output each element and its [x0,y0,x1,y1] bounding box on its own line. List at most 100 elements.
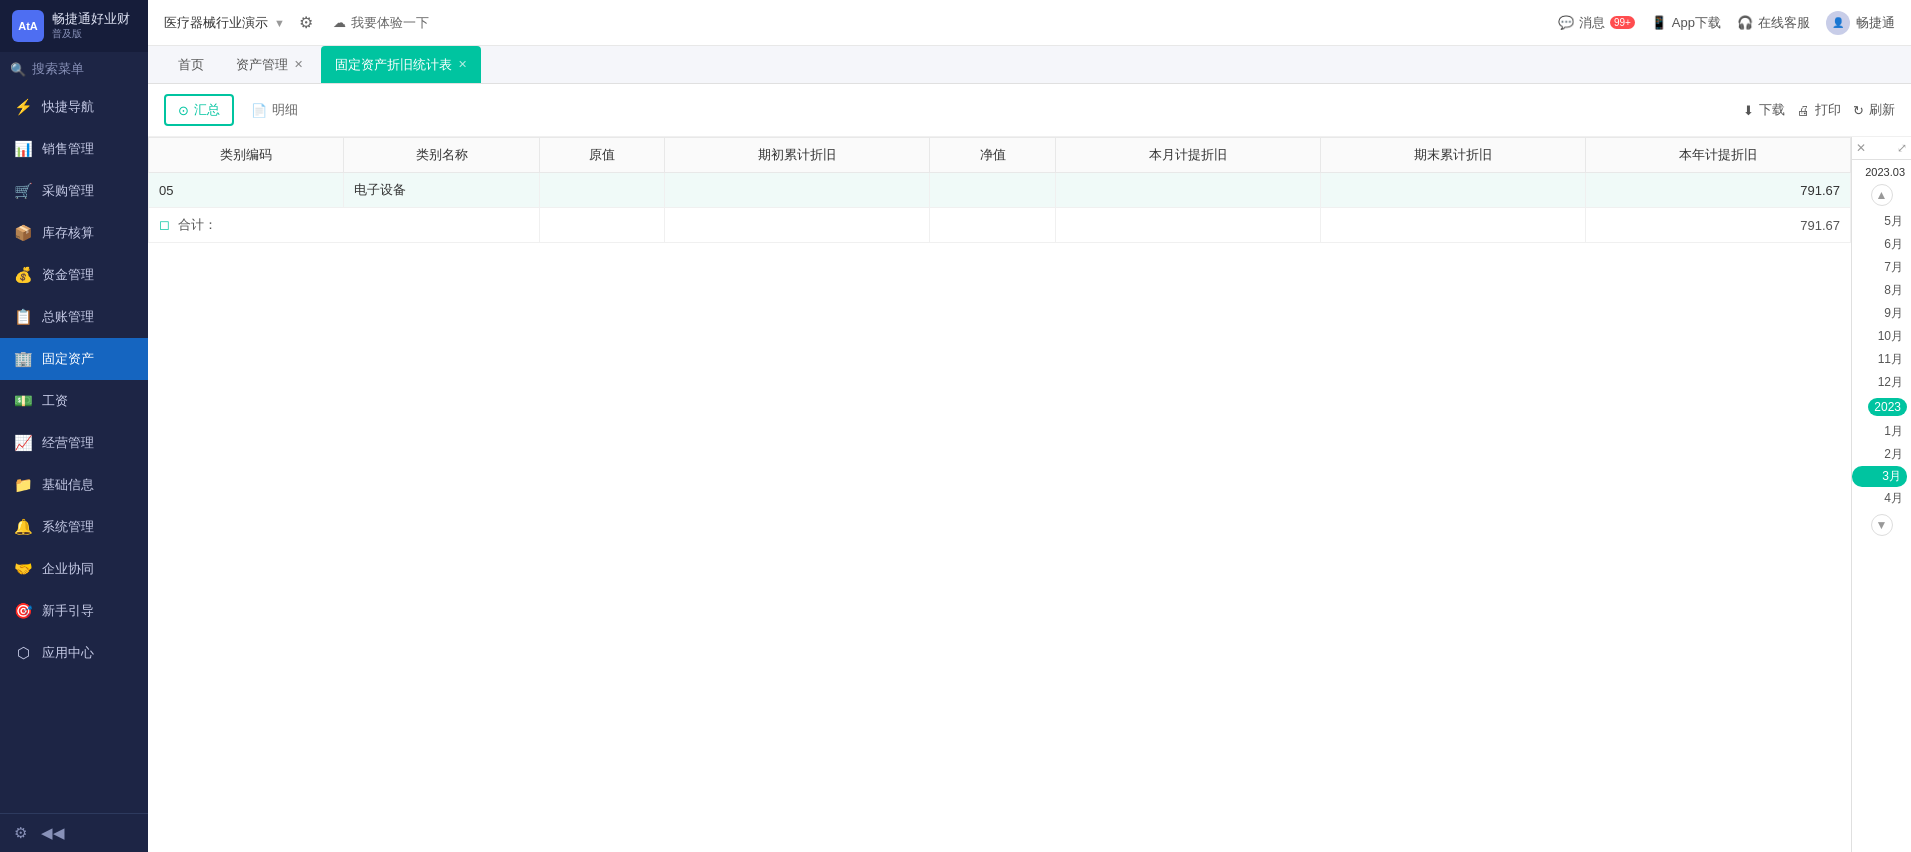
month-8[interactable]: 8月 [1852,279,1907,302]
chevron-down-icon: ▼ [274,17,285,29]
sidebar-item-operations[interactable]: 📈 经营管理 [0,422,148,464]
sidebar-item-label: 采购管理 [42,182,94,200]
app-download-icon: 📱 [1651,15,1667,30]
ledger-icon: 📋 [14,308,32,326]
total-original-value [539,208,665,243]
sidebar-item-guide[interactable]: 🎯 新手引导 [0,590,148,632]
cell-code: 05 [149,173,344,208]
basic-info-icon: 📁 [14,476,32,494]
app-download-button[interactable]: 📱 App下载 [1651,14,1721,32]
col-header-code: 类别编码 [149,138,344,173]
month-2023-3[interactable]: 3月 [1852,466,1907,487]
inventory-icon: 📦 [14,224,32,242]
sidebar-item-inventory[interactable]: 📦 库存核算 [0,212,148,254]
detail-icon: 📄 [251,103,267,118]
scroll-down-button[interactable]: ▼ [1871,514,1893,536]
sidebar-item-fixed-assets[interactable]: 🏢 固定资产 [0,338,148,380]
sidebar-item-label: 资金管理 [42,266,94,284]
view-tab-detail[interactable]: 📄 明细 [238,95,311,125]
month-11[interactable]: 11月 [1852,348,1907,371]
search-menu[interactable]: 🔍 搜索菜单 [0,52,148,86]
month-10[interactable]: 10月 [1852,325,1907,348]
main-area: 医疗器械行业演示 ▼ ⚙ ☁ 我要体验一下 💬 消息 99+ 📱 App下载 🎧… [148,0,1911,852]
sidebar-item-label: 快捷导航 [42,98,94,116]
sidebar-item-label: 应用中心 [42,644,94,662]
total-initial-depreciation [665,208,930,243]
view-tab-summary[interactable]: ⊙ 汇总 [164,94,234,126]
month-7[interactable]: 7月 [1852,256,1907,279]
months-before-2023: 5月 6月 7月 8月 9月 10月 11月 12月 [1852,210,1911,394]
messages-button[interactable]: 💬 消息 99+ [1558,14,1635,32]
online-service-button[interactable]: 🎧 在线客服 [1737,14,1810,32]
sidebar-item-label: 经营管理 [42,434,94,452]
refresh-button[interactable]: ↻ 刷新 [1853,101,1895,119]
col-header-initial-depreciation: 期初累计折旧 [665,138,930,173]
sidebar-item-sales[interactable]: 📊 销售管理 [0,128,148,170]
total-annual-depreciation: 791.67 [1585,208,1850,243]
month-12[interactable]: 12月 [1852,371,1907,394]
month-2023-4[interactable]: 4月 [1852,487,1907,510]
experience-button[interactable]: ☁ 我要体验一下 [333,14,429,32]
col-header-original-value: 原值 [539,138,665,173]
month-6[interactable]: 6月 [1852,233,1907,256]
cell-annual-depreciation: 791.67 [1585,173,1850,208]
company-selector[interactable]: 医疗器械行业演示 ▼ [164,14,285,32]
tab-fixed-asset-depreciation[interactable]: 固定资产折旧统计表 ✕ [321,46,481,83]
sidebar-item-enterprise[interactable]: 🤝 企业协同 [0,548,148,590]
tab-asset-management[interactable]: 资产管理 ✕ [222,46,317,83]
payroll-icon: 💵 [14,392,32,410]
settings-bottom-icon[interactable]: ⚙ [14,824,27,842]
sidebar-item-label: 企业协同 [42,560,94,578]
enterprise-icon: 🤝 [14,560,32,578]
depreciation-table: 类别编码 类别名称 原值 期初累计折旧 净值 本月计提折旧 期末累计折旧 本年计… [148,137,1851,243]
sidebar-item-label: 库存核算 [42,224,94,242]
sidebar-item-payroll[interactable]: 💵 工资 [0,380,148,422]
user-name: 畅捷通 [1856,14,1895,32]
sidebar-item-basic-info[interactable]: 📁 基础信息 [0,464,148,506]
tab-asset-management-close[interactable]: ✕ [294,58,303,71]
funds-icon: 💰 [14,266,32,284]
logo-sub: 普及版 [52,27,130,41]
close-panel-icon[interactable]: ✕ [1856,141,1866,155]
sidebar-item-ledger[interactable]: 📋 总账管理 [0,296,148,338]
scroll-up-button[interactable]: ▲ [1871,184,1893,206]
expand-panel-icon[interactable]: ⤢ [1897,141,1907,155]
month-2023-2[interactable]: 2月 [1852,443,1907,466]
month-5[interactable]: 5月 [1852,210,1907,233]
tabs-bar: 首页 资产管理 ✕ 固定资产折旧统计表 ✕ [148,46,1911,84]
messages-badge: 99+ [1610,16,1635,29]
sidebar-item-quick-nav[interactable]: ⚡ 快捷导航 [0,86,148,128]
months-2023: 1月 2月 3月 4月 [1852,420,1911,510]
print-button[interactable]: 🖨 打印 [1797,101,1841,119]
online-service-icon: 🎧 [1737,15,1753,30]
user-info[interactable]: 👤 畅捷通 [1826,11,1895,35]
header-settings-icon[interactable]: ⚙ [299,13,313,32]
total-row: ◻ 合计： 791.67 [149,208,1851,243]
summary-icon: ⊙ [178,103,189,118]
sidebar-item-funds[interactable]: 💰 资金管理 [0,254,148,296]
tab-home[interactable]: 首页 [164,46,218,83]
app-center-icon: ⬡ [14,644,32,662]
sidebar-item-label: 销售管理 [42,140,94,158]
sidebar-item-app-center[interactable]: ⬡ 应用中心 [0,632,148,674]
month-2023-1[interactable]: 1月 [1852,420,1907,443]
sidebar: AtA 畅捷通好业财 普及版 🔍 搜索菜单 ⚡ 快捷导航 📊 销售管理 🛒 采购… [0,0,148,852]
cell-initial-depreciation [665,173,930,208]
sidebar-item-purchase[interactable]: 🛒 采购管理 [0,170,148,212]
year-2023-badge[interactable]: 2023 [1868,398,1907,416]
system-icon: 🔔 [14,518,32,536]
col-header-net-value: 净值 [930,138,1056,173]
sidebar-item-system[interactable]: 🔔 系统管理 [0,506,148,548]
cell-net-value [930,173,1056,208]
download-button[interactable]: ⬇ 下载 [1743,101,1785,119]
table-row: 05 电子设备 791.67 [149,173,1851,208]
total-label: ◻ 合计： [149,208,540,243]
cell-monthly-depreciation [1056,173,1321,208]
collapse-sidebar-icon[interactable]: ◀◀ [41,824,65,842]
table-wrapper: 类别编码 类别名称 原值 期初累计折旧 净值 本月计提折旧 期末累计折旧 本年计… [148,137,1851,852]
tab-fixed-asset-depreciation-close[interactable]: ✕ [458,58,467,71]
print-icon: 🖨 [1797,103,1810,118]
total-net-value [930,208,1056,243]
month-9[interactable]: 9月 [1852,302,1907,325]
sidebar-item-label: 固定资产 [42,350,94,368]
